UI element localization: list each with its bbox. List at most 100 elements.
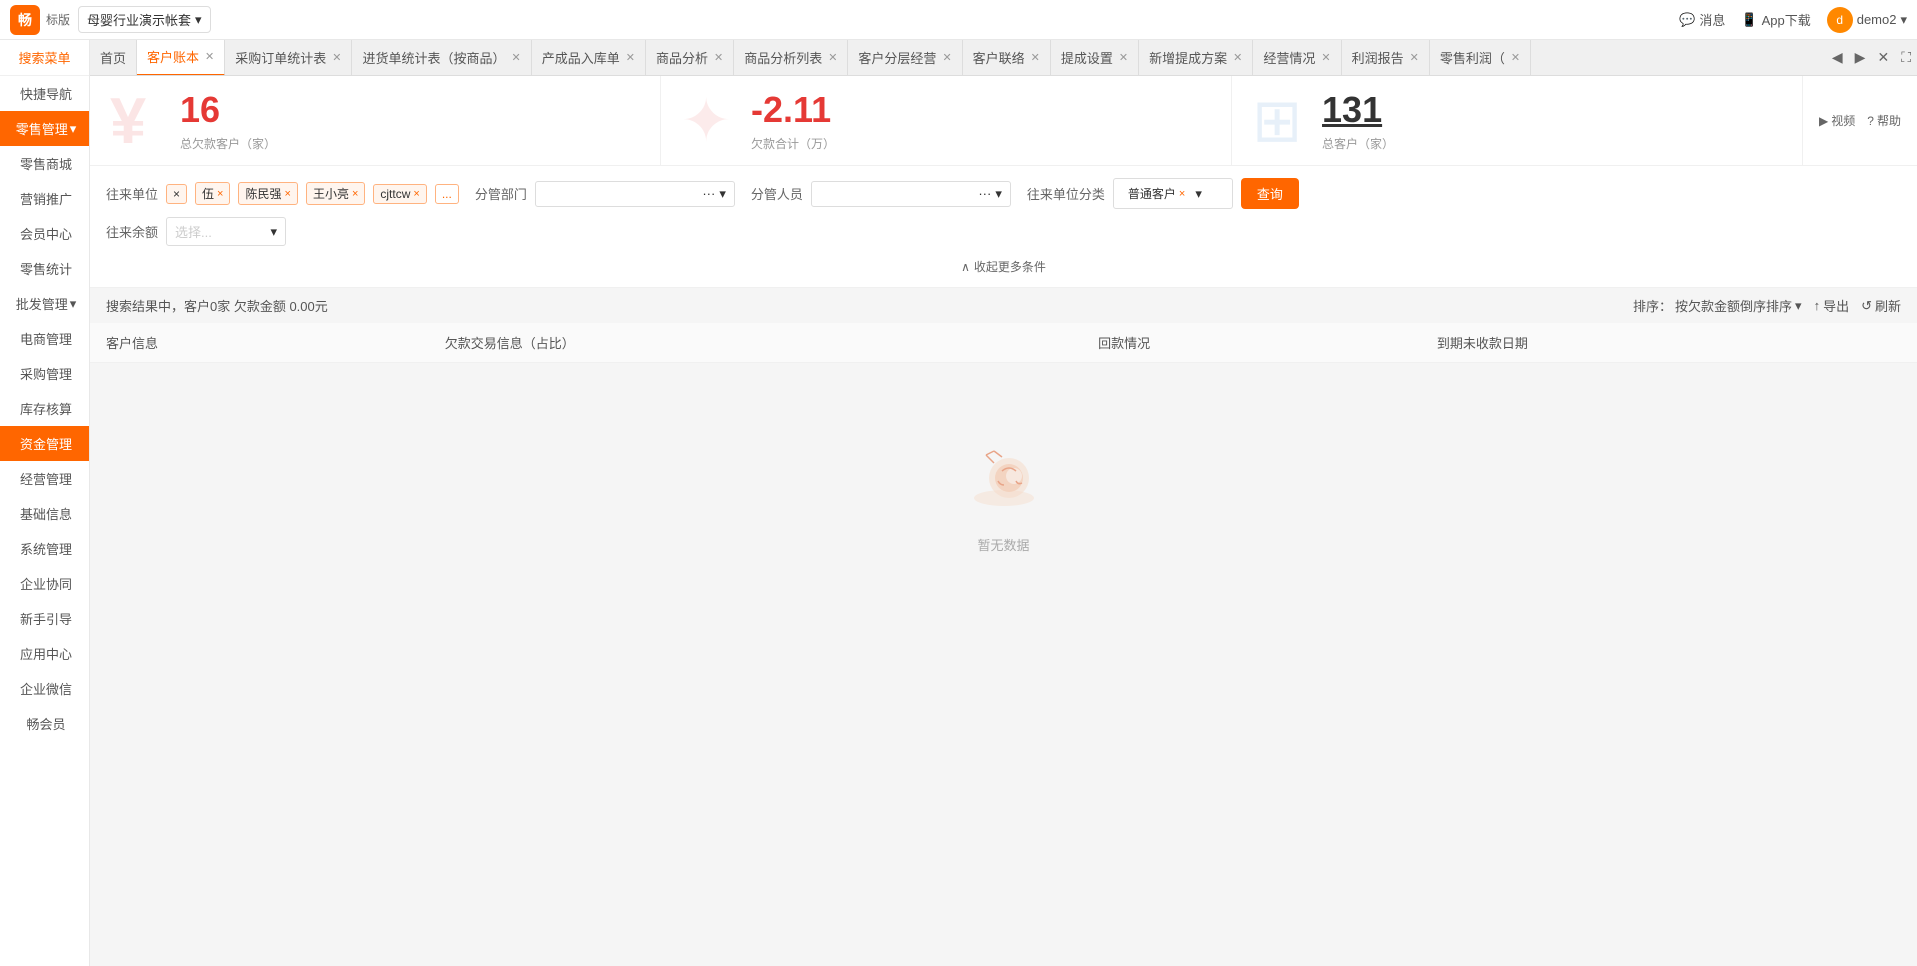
export-action[interactable]: ↑ 导出 [1814, 296, 1850, 315]
filter-tag-chen[interactable]: 陈民强 × [238, 182, 297, 205]
tab-prev-btn[interactable]: ◀ [1826, 40, 1849, 76]
tab-product-analysis-close[interactable]: ✕ [714, 51, 723, 64]
app-download-action[interactable]: 📱 App下载 [1741, 10, 1810, 29]
tab-product-analysis[interactable]: 商品分析 ✕ [646, 40, 734, 76]
normal-customer-close[interactable]: × [1179, 188, 1185, 200]
sidebar-search[interactable]: 搜索菜单 [0, 40, 89, 76]
tab-purchase-order-stats[interactable]: 采购订单统计表 ✕ [225, 40, 352, 76]
tab-customer-contact[interactable]: 客户联络 ✕ [963, 40, 1051, 76]
tab-product-inbound-close[interactable]: ✕ [626, 51, 635, 64]
sidebar-item-vip-member[interactable]: 畅会员 [0, 706, 89, 741]
tab-profit-report[interactable]: 利润报告 ✕ [1342, 40, 1430, 76]
tab-close-all-btn[interactable]: ✕ [1871, 40, 1895, 76]
tab-customer-contact-label: 客户联络 [973, 48, 1025, 67]
tab-home[interactable]: 首页 [90, 40, 137, 76]
filter-tag-chen-close[interactable]: × [285, 188, 291, 200]
main-layout: 搜索菜单 快捷导航 零售管理 ▾ 零售商城 营销推广 会员中心 零售统计 批发管… [0, 40, 1917, 966]
sidebar-item-new-guide[interactable]: 新手引导 [0, 601, 89, 636]
tab-customer-tier[interactable]: 客户分层经营 ✕ [848, 40, 962, 76]
help-label: 帮助 [1877, 112, 1901, 129]
sidebar-ecom-label: 电商管理 [20, 332, 72, 347]
tab-retail-profit-close[interactable]: ✕ [1511, 51, 1520, 64]
balance-select[interactable]: 选择... ▾ [166, 217, 286, 246]
tab-retail-profit[interactable]: 零售利润（ ✕ [1430, 40, 1531, 76]
tab-expand-btn[interactable]: ⛶ [1895, 40, 1917, 76]
sidebar-item-retail-mall[interactable]: 零售商城 [0, 146, 89, 181]
sidebar-app-center-label: 应用中心 [20, 647, 72, 662]
person-select[interactable]: ··· ▾ [811, 181, 1011, 207]
tab-next-btn[interactable]: ▶ [1849, 40, 1872, 76]
sidebar-retail-stats-label: 零售统计 [20, 262, 72, 277]
sidebar-item-marketing[interactable]: 营销推广 [0, 181, 89, 216]
tab-inbound-stats-close[interactable]: ✕ [512, 51, 521, 64]
sidebar: 搜索菜单 快捷导航 零售管理 ▾ 零售商城 营销推广 会员中心 零售统计 批发管… [0, 40, 90, 966]
filter-tag-wang-close[interactable]: × [352, 188, 358, 200]
filter-tag-wang[interactable]: 王小亮 × [306, 182, 365, 205]
balance-select-placeholder: 选择... [175, 222, 212, 241]
sidebar-item-basic-info[interactable]: 基础信息 [0, 496, 89, 531]
tab-customer-tier-close[interactable]: ✕ [942, 51, 951, 64]
col-customer-info: 客户信息 [90, 323, 429, 363]
tab-home-label: 首页 [100, 48, 126, 67]
stats-bar-actions: ▶ 视频 ? 帮助 [1803, 76, 1917, 165]
tab-new-proposal-close[interactable]: ✕ [1233, 51, 1242, 64]
filter-tag-cjttcw[interactable]: cjttcw × [373, 184, 426, 204]
stat-bg-icon-2: ✦ [681, 86, 731, 156]
query-button[interactable]: 查询 [1241, 178, 1299, 209]
dept-select-more: ··· [702, 186, 715, 201]
tab-product-inbound[interactable]: 产成品入库单 ✕ [532, 40, 646, 76]
sidebar-item-enterprise-collab[interactable]: 企业协同 [0, 566, 89, 601]
sidebar-item-enterprise-wechat[interactable]: 企业微信 [0, 671, 89, 706]
sidebar-item-sys-mgmt[interactable]: 系统管理 [0, 531, 89, 566]
tab-ops-situation-close[interactable]: ✕ [1321, 51, 1330, 64]
filter-tag-wu[interactable]: 伍 × [195, 182, 230, 205]
sidebar-item-inventory[interactable]: 库存核算 [0, 391, 89, 426]
sidebar-item-finance-mgmt[interactable]: 资金管理 [0, 426, 89, 461]
video-action[interactable]: ▶ 视频 [1819, 112, 1855, 129]
tab-product-analysis-list-close[interactable]: ✕ [828, 51, 837, 64]
filter-tag-wu-close[interactable]: × [217, 188, 223, 200]
workspace-selector[interactable]: 母婴行业演示帐套 ▾ [78, 6, 211, 33]
tab-new-proposal[interactable]: 新增提成方案 ✕ [1139, 40, 1253, 76]
filter-tag-unit-all[interactable]: × [166, 184, 187, 204]
tab-proposal-settings-close[interactable]: ✕ [1119, 51, 1128, 64]
sidebar-item-app-center[interactable]: 应用中心 [0, 636, 89, 671]
sidebar-item-purchase-mgmt[interactable]: 采购管理 [0, 356, 89, 391]
tab-customer-book[interactable]: 客户账本 ✕ [137, 40, 225, 76]
dept-select[interactable]: ··· ▾ [535, 181, 735, 207]
message-icon: 💬 [1679, 12, 1695, 28]
collapse-btn[interactable]: ∧ 收起更多条件 [106, 254, 1901, 283]
stat-arrears-label: 欠款合计（万） [751, 135, 835, 152]
sidebar-item-ecom-mgmt[interactable]: 电商管理 [0, 321, 89, 356]
tab-product-analysis-label: 商品分析 [656, 48, 708, 67]
tab-profit-report-close[interactable]: ✕ [1410, 51, 1419, 64]
filter-row-2: 往来余额 选择... ▾ [106, 217, 1901, 246]
tab-purchase-order-close[interactable]: ✕ [332, 51, 341, 64]
refresh-action[interactable]: ↺ 刷新 [1861, 296, 1901, 315]
sidebar-item-retail-mgmt[interactable]: 零售管理 ▾ [0, 111, 89, 146]
balance-select-arrow: ▾ [270, 224, 277, 240]
sort-select[interactable]: 排序： 按欠款金额倒序排序 ▾ [1633, 296, 1802, 315]
unit-class-select[interactable]: 普通客户 × ▾ [1113, 178, 1233, 209]
tab-inbound-stats[interactable]: 进货单统计表（按商品） ✕ [352, 40, 531, 76]
user-menu[interactable]: d demo2 ▾ [1827, 7, 1907, 33]
sidebar-item-quick-nav[interactable]: 快捷导航 [0, 76, 89, 111]
stat-customers-value: 16 [180, 89, 276, 131]
sidebar-item-member-center[interactable]: 会员中心 [0, 216, 89, 251]
tab-proposal-settings[interactable]: 提成设置 ✕ [1051, 40, 1139, 76]
sidebar-item-retail-stats[interactable]: 零售统计 [0, 251, 89, 286]
tab-product-analysis-list[interactable]: 商品分析列表 ✕ [734, 40, 848, 76]
refresh-label: 刷新 [1875, 296, 1901, 315]
tab-customer-contact-close[interactable]: ✕ [1031, 51, 1040, 64]
tab-customer-book-close[interactable]: ✕ [205, 50, 214, 63]
filter-more-units[interactable]: ... [435, 184, 459, 204]
top-header: 畅 标版 母婴行业演示帐套 ▾ 💬 消息 📱 App下载 d demo2 ▾ [0, 0, 1917, 40]
filter-tag-cjttcw-close[interactable]: × [413, 188, 419, 200]
sidebar-item-ops-mgmt[interactable]: 经营管理 [0, 461, 89, 496]
help-action[interactable]: ? 帮助 [1867, 112, 1901, 129]
messages-action[interactable]: 💬 消息 [1679, 10, 1725, 29]
filter-tag-normal-customer[interactable]: 普通客户 × [1122, 183, 1191, 204]
person-select-more: ··· [978, 186, 991, 201]
sidebar-item-wholesale-mgmt[interactable]: 批发管理 ▾ [0, 286, 89, 321]
tab-ops-situation[interactable]: 经营情况 ✕ [1253, 40, 1341, 76]
